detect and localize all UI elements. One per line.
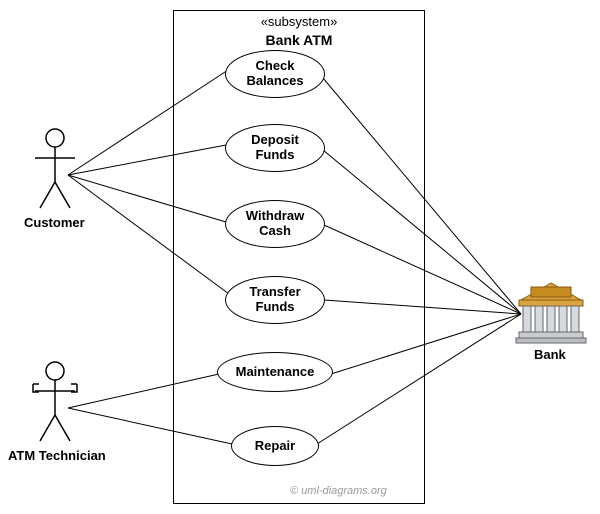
usecase-label: TransferFunds xyxy=(249,285,300,315)
copyright-text: © uml-diagrams.org xyxy=(290,485,387,497)
actor-technician-label: ATM Technician xyxy=(8,448,106,463)
usecase-label: DepositFunds xyxy=(251,133,299,163)
usecase-withdraw-cash: WithdrawCash xyxy=(225,200,325,248)
usecase-label: Maintenance xyxy=(236,365,315,380)
usecase-label: CheckBalances xyxy=(246,59,303,89)
usecase-label: WithdrawCash xyxy=(246,209,304,239)
subsystem-header: «subsystem» Bank ATM xyxy=(174,14,424,49)
uml-usecase-diagram: «subsystem» Bank ATM CheckBalances Depos… xyxy=(0,0,600,514)
usecase-transfer-funds: TransferFunds xyxy=(225,276,325,324)
subsystem-title: Bank ATM xyxy=(174,31,424,49)
usecase-repair: Repair xyxy=(231,426,319,466)
usecase-deposit-funds: DepositFunds xyxy=(225,124,325,172)
usecase-maintenance: Maintenance xyxy=(217,352,333,392)
subsystem-stereotype: «subsystem» xyxy=(174,14,424,31)
actor-bank-label: Bank xyxy=(534,347,566,362)
usecase-label: Repair xyxy=(255,439,295,454)
actor-customer-label: Customer xyxy=(24,215,85,230)
usecase-check-balances: CheckBalances xyxy=(225,50,325,98)
